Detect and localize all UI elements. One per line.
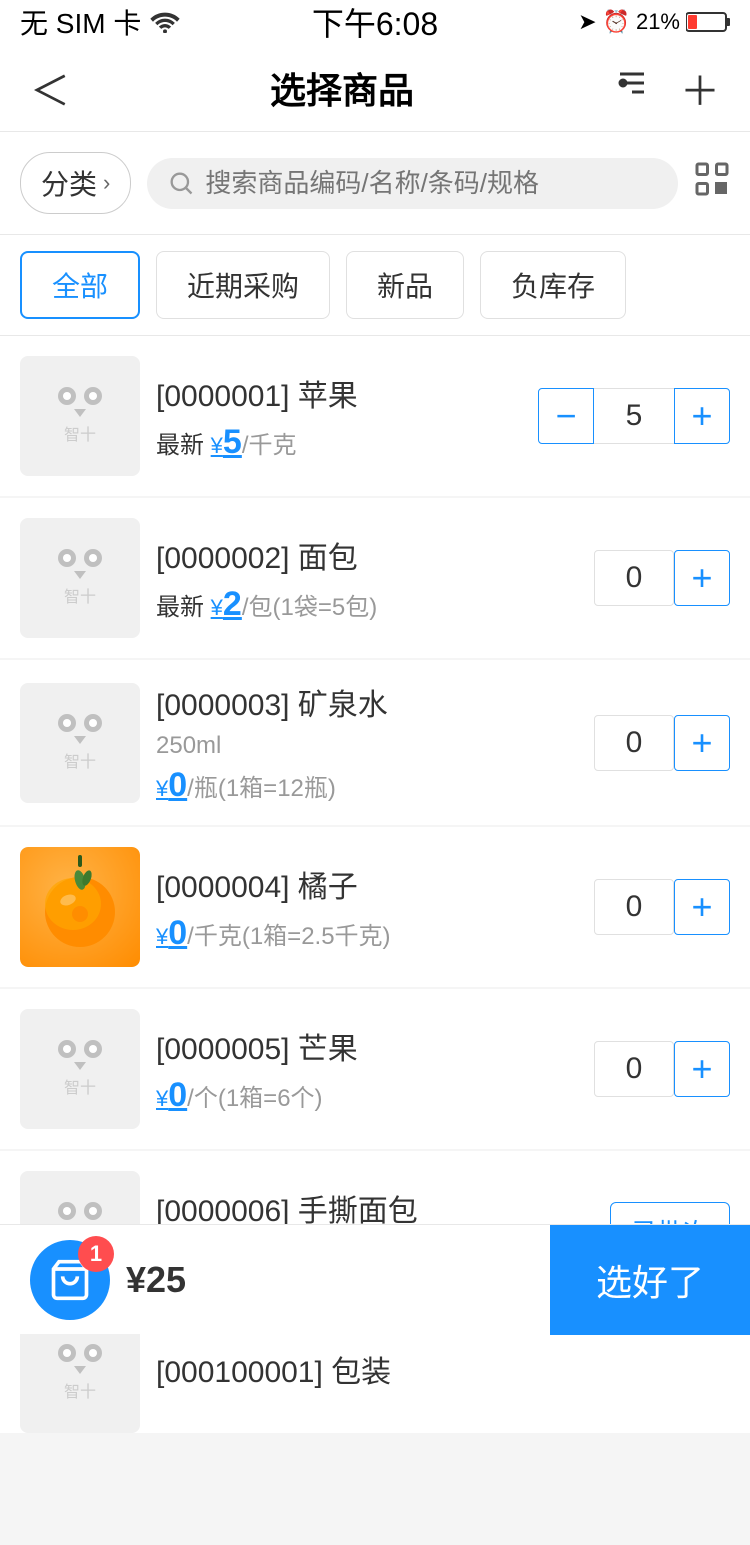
product-price: ¥0/瓶(1箱=12瓶)	[156, 766, 578, 805]
product-price: ¥0/个(1箱=6个)	[156, 1076, 578, 1115]
product-name: [0000001] 苹果	[156, 371, 522, 415]
product-name: [0000004] 橘子	[156, 862, 578, 906]
quantity-control: +	[594, 550, 730, 606]
filter-icon[interactable]	[614, 65, 650, 110]
quantity-control: − +	[538, 388, 730, 444]
product-image: 智十	[20, 1009, 140, 1129]
tab-new[interactable]: 新品	[346, 251, 464, 319]
status-carrier: 无 SIM 卡	[20, 2, 181, 42]
quantity-control: +	[594, 715, 730, 771]
page-title: 选择商品	[270, 62, 414, 114]
back-button[interactable]: ＜	[30, 59, 70, 117]
tab-recent[interactable]: 近期采购	[156, 251, 330, 319]
list-item: 智十 [0000002] 面包 最新 ¥2/包(1袋=5包) +	[0, 498, 750, 658]
confirm-button[interactable]: 选好了	[550, 1225, 750, 1335]
plus-button[interactable]: +	[674, 388, 730, 444]
quantity-control: +	[594, 879, 730, 935]
product-price: 最新 ¥5/千克	[156, 423, 522, 462]
search-input[interactable]	[205, 168, 658, 199]
product-image: 智十	[20, 683, 140, 803]
bottom-bar: 1 ¥25 选好了	[0, 1224, 750, 1334]
owl-logo: 智十	[58, 714, 102, 772]
scan-icon[interactable]	[694, 161, 730, 206]
product-info: [000100001] 包装	[140, 1347, 730, 1399]
cart-area: 1 ¥25	[0, 1240, 550, 1320]
product-price: ¥0/千克(1箱=2.5千克)	[156, 914, 578, 953]
add-icon[interactable]: ＋	[680, 59, 720, 117]
product-image: 智十	[20, 518, 140, 638]
quantity-input[interactable]	[594, 388, 674, 444]
quantity-input[interactable]	[594, 715, 674, 771]
wifi-icon	[149, 11, 181, 33]
product-info: [0000005] 芒果 ¥0/个(1箱=6个)	[140, 1024, 594, 1115]
search-box[interactable]	[147, 158, 678, 209]
product-name: [0000003] 矿泉水	[156, 680, 578, 724]
owl-logo: 智十	[58, 387, 102, 445]
location-icon: ➤	[578, 9, 596, 35]
product-image	[20, 847, 140, 967]
cart-total: ¥25	[126, 1259, 186, 1301]
nav-bar: ＜ 选择商品 ＋	[0, 44, 750, 132]
product-name: [0000006] 手撕面包	[156, 1186, 594, 1230]
tab-negative[interactable]: 负库存	[480, 251, 626, 319]
quantity-input[interactable]	[594, 1041, 674, 1097]
plus-button[interactable]: +	[674, 550, 730, 606]
cart-badge: 1	[78, 1236, 114, 1272]
nav-right-icons: ＋	[614, 59, 720, 117]
product-info: [0000003] 矿泉水 250ml ¥0/瓶(1箱=12瓶)	[140, 680, 594, 805]
search-icon	[167, 169, 195, 197]
chevron-right-icon: ›	[103, 170, 110, 196]
owl-logo: 智十	[58, 549, 102, 607]
quantity-input[interactable]	[594, 879, 674, 935]
product-price: 最新 ¥2/包(1袋=5包)	[156, 585, 578, 624]
product-name: [0000002] 面包	[156, 533, 578, 577]
status-time: 下午6:08	[312, 0, 438, 45]
product-name: [000100001] 包装	[156, 1347, 714, 1391]
cart-button[interactable]: 1	[30, 1240, 110, 1320]
battery-icon	[686, 11, 730, 33]
product-image: 智十	[20, 356, 140, 476]
category-button[interactable]: 分类 ›	[20, 152, 131, 214]
product-spec: 250ml	[156, 732, 578, 760]
product-info: [0000002] 面包 最新 ¥2/包(1袋=5包)	[140, 533, 594, 624]
quantity-input[interactable]	[594, 550, 674, 606]
status-right: ➤ ⏰ 21%	[578, 9, 730, 35]
list-item: 智十 [0000001] 苹果 最新 ¥5/千克 − +	[0, 336, 750, 496]
product-info: [0000004] 橘子 ¥0/千克(1箱=2.5千克)	[140, 862, 594, 953]
plus-button[interactable]: +	[674, 715, 730, 771]
owl-logo: 智十	[58, 1040, 102, 1098]
product-name: [0000005] 芒果	[156, 1024, 578, 1068]
list-item: 智十 [0000003] 矿泉水 250ml ¥0/瓶(1箱=12瓶) +	[0, 660, 750, 825]
tab-bar: 全部 近期采购 新品 负库存	[0, 235, 750, 336]
product-info: [0000001] 苹果 最新 ¥5/千克	[140, 371, 538, 462]
plus-button[interactable]: +	[674, 879, 730, 935]
alarm-icon: ⏰	[603, 9, 630, 35]
filter-bar: 分类 ›	[0, 132, 750, 235]
list-item: 智十 [0000005] 芒果 ¥0/个(1箱=6个) +	[0, 989, 750, 1149]
plus-button[interactable]: +	[674, 1041, 730, 1097]
quantity-control: +	[594, 1041, 730, 1097]
list-item: [0000004] 橘子 ¥0/千克(1箱=2.5千克) +	[0, 827, 750, 987]
tab-all[interactable]: 全部	[20, 251, 140, 319]
owl-logo: 智十	[58, 1344, 102, 1402]
orange-fruit-image	[20, 847, 140, 967]
status-bar: 无 SIM 卡 下午6:08 ➤ ⏰ 21%	[0, 0, 750, 44]
minus-button[interactable]: −	[538, 388, 594, 444]
